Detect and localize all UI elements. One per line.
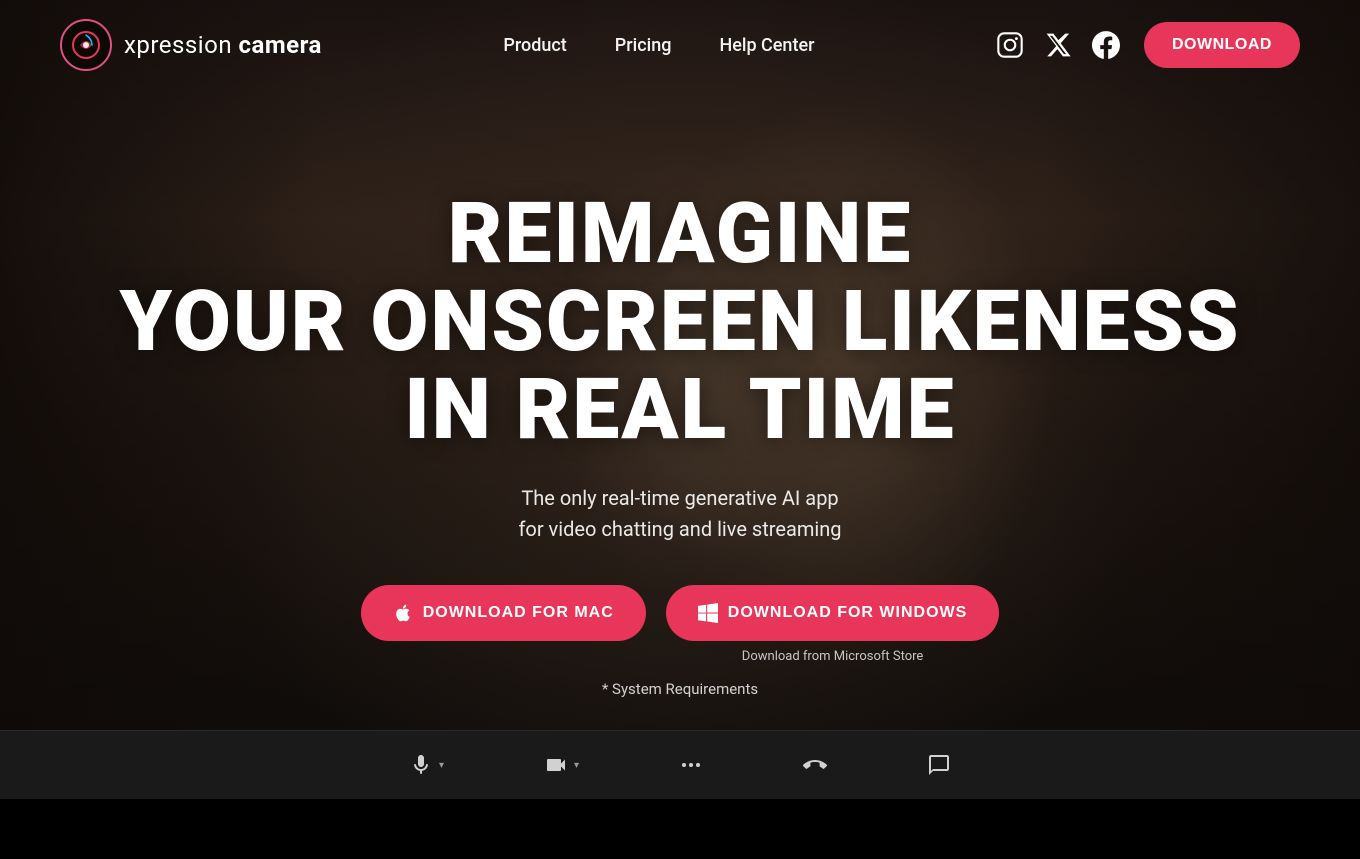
instagram-icon[interactable] (996, 31, 1024, 59)
apple-icon (393, 603, 413, 623)
camera-chevron: ▾ (574, 760, 579, 771)
end-call-icon (803, 753, 827, 777)
logo-icon (60, 19, 112, 71)
download-mac-button[interactable]: DOWNLOAD FOR MAC (361, 585, 646, 641)
bottom-black-strip (0, 799, 1360, 859)
toolbar-camera[interactable]: ▾ (544, 753, 579, 777)
nav-right: DOWNLOAD (996, 22, 1300, 68)
bottom-toolbar: ▾ ▾ (0, 730, 1360, 799)
toolbar-more[interactable] (679, 753, 703, 777)
windows-icon (698, 603, 718, 623)
windows-button-wrapper: DOWNLOAD FOR WINDOWS Download from Micro… (666, 585, 1000, 664)
nav-help-center[interactable]: Help Center (719, 35, 814, 56)
hero-title: REIMAGINE YOUR ONSCREEN LIKENESS IN REAL… (119, 190, 1240, 455)
toolbar-chat[interactable] (927, 753, 951, 777)
hero-buttons: DOWNLOAD FOR MAC DOWNLOAD FOR WINDOWS Do… (361, 585, 1000, 664)
social-icons (996, 31, 1120, 59)
twitter-icon[interactable] (1044, 31, 1072, 59)
nav-pricing[interactable]: Pricing (615, 35, 672, 56)
hero-content: REIMAGINE YOUR ONSCREEN LIKENESS IN REAL… (0, 90, 1360, 698)
mic-icon (409, 753, 433, 777)
nav-product[interactable]: Product (503, 35, 566, 56)
hero-subtitle: The only real-time generative AI app for… (518, 483, 841, 545)
system-requirements-link[interactable]: * System Requirements (602, 680, 758, 698)
download-windows-button[interactable]: DOWNLOAD FOR WINDOWS (666, 585, 1000, 641)
chat-icon (927, 753, 951, 777)
logo-link[interactable]: xpression camera (60, 19, 322, 71)
more-icon (679, 753, 703, 777)
logo-text: xpression camera (124, 31, 322, 59)
microsoft-store-text: Download from Microsoft Store (742, 649, 924, 664)
toolbar-mic[interactable]: ▾ (409, 753, 444, 777)
navbar: xpression camera Product Pricing Help Ce… (0, 0, 1360, 90)
camera-icon (544, 753, 568, 777)
toolbar-end-call[interactable] (803, 753, 827, 777)
nav-download-button[interactable]: DOWNLOAD (1144, 22, 1300, 68)
nav-links: Product Pricing Help Center (503, 35, 814, 56)
mic-chevron: ▾ (439, 760, 444, 771)
hero-section: xpression camera Product Pricing Help Ce… (0, 0, 1360, 730)
facebook-icon[interactable] (1092, 31, 1120, 59)
